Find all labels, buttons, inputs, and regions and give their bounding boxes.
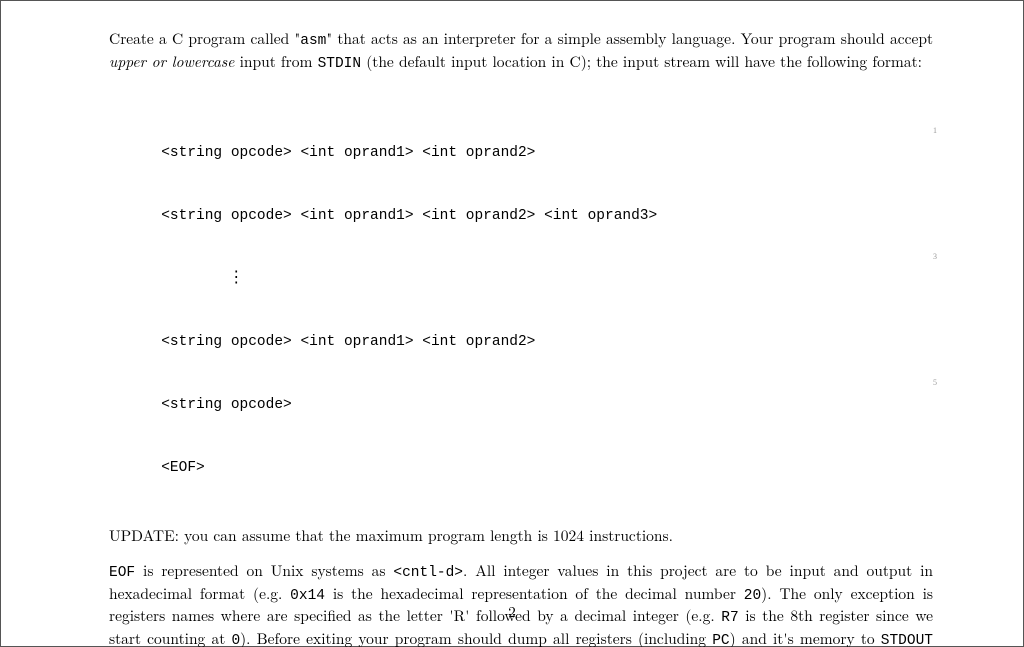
intro-text-4: (the default input location in C); the i… [361,51,922,72]
update-paragraph: UPDATE: you can assume that the maximum … [109,526,933,547]
italic-upper-lower: upper or lowercase [109,51,234,72]
vertical-dots-icon: ⋮ [161,270,311,288]
code-text: <EOF> [161,458,205,479]
input-line-5: <string opcode> 5 [109,374,933,395]
code-stdout: STDOUT [881,633,933,647]
text: ). Before exiting your program should du… [240,628,712,647]
input-line-1: <string opcode> <int oprand1> <int opran… [109,122,933,143]
code-text: <string opcode> <int oprand1> <int opran… [161,332,535,353]
text: is represented on Unix systems as [135,560,393,581]
intro-text-1: Create a C program called " [109,28,300,49]
code-eof: EOF [109,565,135,581]
code-text: <string opcode> <int oprand1> <int opran… [161,206,657,227]
text: ) and it's memory to [730,628,881,647]
document-page: Create a C program called "asm" that act… [0,0,1024,647]
input-line-4: <string opcode> <int oprand1> <int opran… [109,311,933,332]
line-number: 5 [933,377,937,389]
page-number: 2 [1,601,1023,622]
code-text: <string opcode> <int oprand1> <int opran… [161,143,535,164]
code-0: 0 [231,633,240,647]
code-text: <string opcode> [161,395,292,416]
code-stdin: STDIN [318,56,362,72]
input-line-6: <EOF> [109,437,933,458]
input-format-block: <string opcode> <int oprand1> <int opran… [109,80,933,500]
input-line-2: <string opcode> <int oprand1> <int opran… [109,185,933,206]
line-number: 3 [933,251,937,263]
vdots-row: ⋮ 3 [109,248,933,269]
intro-text-2: " that acts as an interpreter for a simp… [326,28,933,49]
code-cntl-d: <cntl-d> [393,565,463,581]
code-asm: asm [300,33,326,49]
line-number: 1 [933,125,937,137]
intro-paragraph: Create a C program called "asm" that act… [109,29,933,74]
intro-text-3: input from [234,51,317,72]
code-pc: PC [712,633,729,647]
